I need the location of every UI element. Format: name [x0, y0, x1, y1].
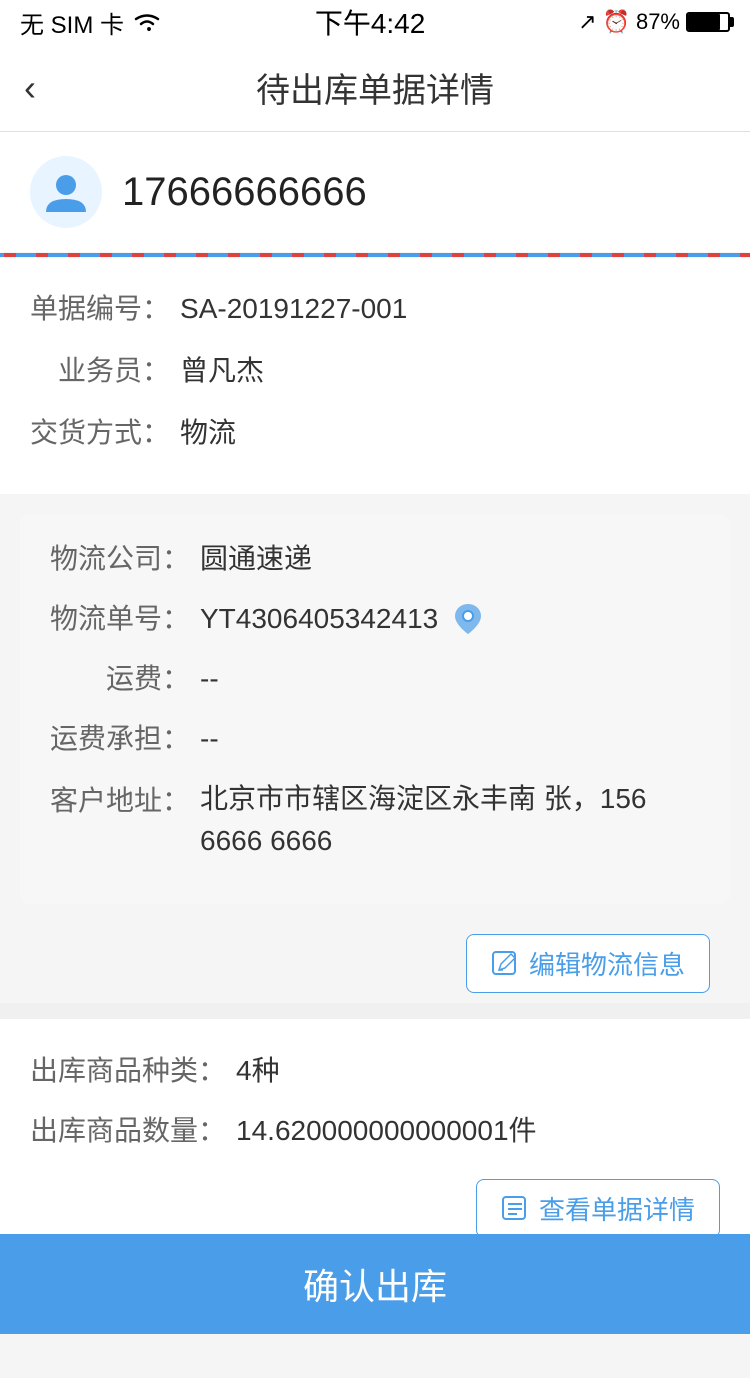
order-no-row: 单据编号： SA-20191227-001 — [30, 288, 720, 330]
goods-type-label: 出库商品种类： — [30, 1049, 226, 1089]
view-detail-label: 查看单据详情 — [539, 1190, 695, 1227]
delivery-value: 物流 — [180, 412, 720, 454]
logistics-card: 物流公司： 圆通速递 物流单号： YT43064053424​13 运费： -- — [20, 514, 730, 904]
freight-bear-row: 运费承担： -- — [40, 718, 710, 760]
user-avatar-icon — [41, 167, 91, 217]
dashed-divider — [0, 252, 750, 258]
battery-percentage: 87% — [636, 9, 680, 35]
address-value: 北京市市辖区海淀区永丰南 张，156 6666 6666 — [200, 778, 710, 862]
logistics-tracking-label: 物流单号： — [40, 598, 190, 640]
alarm-icon: ⏰ — [603, 9, 630, 35]
goods-type-row: 出库商品种类： 4种 — [30, 1049, 720, 1089]
order-info-section: 单据编号： SA-20191227-001 业务员： 曾凡杰 交货方式： 物流 — [0, 258, 750, 494]
view-detail-button[interactable]: 查看单据详情 — [476, 1179, 720, 1238]
main-content: 17666666666 单据编号： SA-20191227-001 业务员： 曾… — [0, 132, 750, 1378]
customer-phone: 17666666666 — [122, 170, 367, 215]
freight-bear-value: -- — [200, 718, 710, 760]
battery-icon — [686, 12, 730, 32]
freight-bear-label: 运费承担： — [40, 718, 190, 760]
edit-logistics-label: 编辑物流信息 — [529, 945, 685, 982]
logistics-tracking-row: 物流单号： YT43064053424​13 — [40, 598, 710, 640]
logistics-company-row: 物流公司： 圆通速递 — [40, 538, 710, 580]
address-row: 客户地址： 北京市市辖区海淀区永丰南 张，156 6666 6666 — [40, 778, 710, 862]
confirm-button-label: 确认出库 — [303, 1258, 447, 1310]
location-icon: ↗ — [578, 9, 596, 35]
freight-value: -- — [200, 658, 710, 700]
goods-quantity-label: 出库商品数量： — [30, 1109, 226, 1149]
page-title: 待出库单据详情 — [256, 63, 494, 112]
logistics-tracking-value: YT43064053424​13 — [200, 598, 710, 640]
salesman-label: 业务员： — [30, 350, 170, 392]
goods-quantity-row: 出库商品数量： 14.620000000000001件 — [30, 1109, 720, 1149]
salesman-value: 曾凡杰 — [180, 350, 720, 392]
status-left: 无 SIM 卡 — [20, 5, 162, 40]
address-label: 客户地址： — [40, 780, 190, 822]
confirm-button[interactable]: 确认出库 — [0, 1234, 750, 1334]
edit-logistics-button[interactable]: 编辑物流信息 — [466, 934, 710, 993]
delivery-label: 交货方式： — [30, 412, 170, 454]
edit-logistics-area: 编辑物流信息 — [20, 924, 730, 1003]
wifi-icon — [132, 11, 162, 33]
status-time: 下午4:42 — [315, 2, 426, 42]
logistics-company-value: 圆通速递 — [200, 538, 710, 580]
goods-type-value: 4种 — [236, 1049, 280, 1089]
status-right: ↗ ⏰ 87% — [578, 9, 730, 35]
freight-label: 运费： — [40, 658, 190, 700]
avatar — [30, 156, 102, 228]
order-no-value: SA-20191227-001 — [180, 288, 720, 330]
section-divider — [0, 1003, 750, 1019]
nav-bar: ‹ 待出库单据详情 — [0, 44, 750, 132]
salesman-row: 业务员： 曾凡杰 — [30, 350, 720, 392]
goods-quantity-value: 14.620000000000001件 — [236, 1109, 537, 1149]
customer-header: 17666666666 — [0, 132, 750, 252]
carrier-text: 无 SIM 卡 — [20, 5, 124, 40]
freight-row: 运费： -- — [40, 658, 710, 700]
list-icon — [501, 1195, 529, 1223]
status-bar: 无 SIM 卡 下午4:42 ↗ ⏰ 87% — [0, 0, 750, 44]
edit-icon — [491, 950, 519, 978]
tracking-location-icon[interactable] — [450, 601, 486, 637]
order-no-label: 单据编号： — [30, 288, 170, 330]
back-button[interactable]: ‹ — [24, 67, 36, 109]
logistics-company-label: 物流公司： — [40, 538, 190, 580]
delivery-row: 交货方式： 物流 — [30, 412, 720, 454]
